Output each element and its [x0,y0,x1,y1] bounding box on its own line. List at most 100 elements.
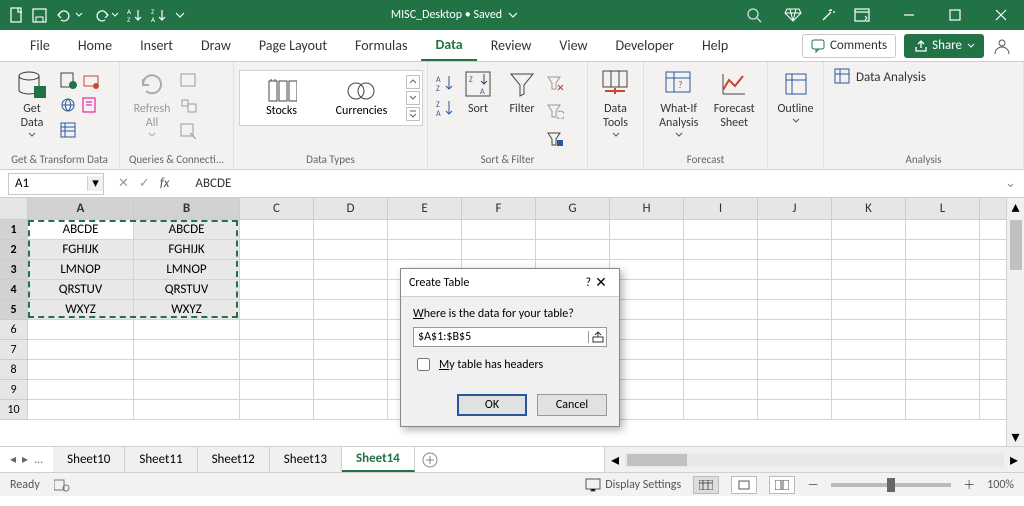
account-icon[interactable] [992,36,1012,56]
cell[interactable] [758,300,832,320]
cell[interactable] [240,280,314,300]
cell[interactable] [314,380,388,400]
cell[interactable] [610,260,684,280]
cell[interactable] [758,260,832,280]
cell[interactable] [134,360,240,380]
cell[interactable] [758,220,832,240]
tab-developer[interactable]: Developer [601,30,687,61]
cell[interactable]: WXYZ [134,300,240,320]
scroll-thumb[interactable] [627,454,687,466]
refresh-all-button[interactable]: Refresh All [126,66,178,138]
column-header[interactable]: E [388,198,462,220]
tab-home[interactable]: Home [64,30,126,61]
select-all-corner[interactable] [0,198,28,220]
cell[interactable] [610,220,684,240]
from-table-icon[interactable] [58,120,80,142]
cell[interactable] [758,360,832,380]
cell[interactable] [610,240,684,260]
cell[interactable] [906,240,980,260]
search-icon[interactable] [746,7,762,23]
row-header[interactable]: 5 [0,300,28,320]
cell[interactable] [28,320,134,340]
cell[interactable] [240,260,314,280]
sheet-tab[interactable]: Sheet10 [53,447,125,472]
undo-icon[interactable] [55,8,83,22]
recent-sources-icon[interactable] [80,70,102,92]
formula-input[interactable]: ABCDE [179,176,997,191]
cell[interactable] [758,280,832,300]
cell[interactable] [240,220,314,240]
vertical-scrollbar[interactable]: ▴ ▾ [1006,198,1024,446]
cell[interactable]: QRSTUV [134,280,240,300]
comments-button[interactable]: Comments [802,34,896,58]
cell[interactable] [28,400,134,420]
cell[interactable] [684,260,758,280]
dialog-cancel-button[interactable]: Cancel [537,394,607,416]
cell[interactable] [906,260,980,280]
stocks-item[interactable]: Stocks [242,78,322,118]
view-layout-button[interactable] [731,476,757,494]
cell[interactable] [388,220,462,240]
row-header[interactable]: 1 [0,220,28,240]
cell[interactable] [240,360,314,380]
gallery-up-icon[interactable] [406,75,420,89]
scroll-right-icon[interactable]: ▸ [1004,450,1024,470]
name-box[interactable]: A1 ▾ [8,173,104,195]
row-header[interactable]: 6 [0,320,28,340]
sort-za-icon[interactable]: ZA [434,97,456,119]
enter-formula-icon[interactable]: ✓ [139,176,150,191]
zoom-in-button[interactable]: ＋ [963,476,975,493]
cell[interactable] [134,400,240,420]
row-header[interactable]: 4 [0,280,28,300]
tab-data[interactable]: Data [421,30,476,61]
cell[interactable] [906,400,980,420]
cell[interactable] [28,360,134,380]
dialog-close-button[interactable]: ✕ [591,274,611,291]
column-header[interactable]: G [536,198,610,220]
cell[interactable] [314,360,388,380]
scroll-left-icon[interactable]: ◂ [605,450,625,470]
cell[interactable] [314,340,388,360]
cell[interactable] [832,240,906,260]
cell[interactable] [906,220,980,240]
sheet-nav-next-icon[interactable]: ▸ [22,452,28,467]
cell[interactable]: ABCDE [28,220,134,240]
properties-icon[interactable] [178,95,200,117]
macro-record-icon[interactable] [54,478,70,492]
row-header[interactable]: 9 [0,380,28,400]
cell[interactable] [684,400,758,420]
queries-icon[interactable] [178,70,200,92]
share-button[interactable]: Share [904,34,984,58]
cell[interactable] [832,360,906,380]
fx-icon[interactable]: fx [160,176,170,191]
view-normal-button[interactable] [693,476,719,494]
cell[interactable] [240,320,314,340]
cell[interactable] [314,400,388,420]
cell[interactable] [536,240,610,260]
cell[interactable] [610,360,684,380]
tab-review[interactable]: Review [477,30,546,61]
row-header[interactable]: 10 [0,400,28,420]
chevron-down-icon[interactable]: ▾ [87,176,103,191]
cell[interactable] [832,320,906,340]
cell[interactable]: LMNOP [134,260,240,280]
cell[interactable] [240,380,314,400]
title-dropdown-icon[interactable] [508,10,518,20]
sort-asc-icon[interactable]: AZ [127,7,143,23]
cell[interactable] [758,380,832,400]
cell[interactable] [684,240,758,260]
column-header[interactable]: J [758,198,832,220]
table-range-input[interactable] [414,330,588,344]
row-header[interactable]: 3 [0,260,28,280]
cell[interactable] [314,300,388,320]
diamond-icon[interactable] [784,7,802,23]
sort-desc-icon[interactable]: ZA [151,7,167,23]
sheet-tab[interactable]: Sheet11 [125,447,197,472]
sheet-ellipsis[interactable]: ... [34,453,43,467]
clear-filter-icon[interactable] [544,72,566,94]
display-settings-button[interactable]: Display Settings [585,478,681,492]
outline-button[interactable]: Outline [774,66,817,124]
scroll-thumb[interactable] [1010,220,1022,270]
cell[interactable] [314,320,388,340]
cell[interactable]: FGHIJK [28,240,134,260]
